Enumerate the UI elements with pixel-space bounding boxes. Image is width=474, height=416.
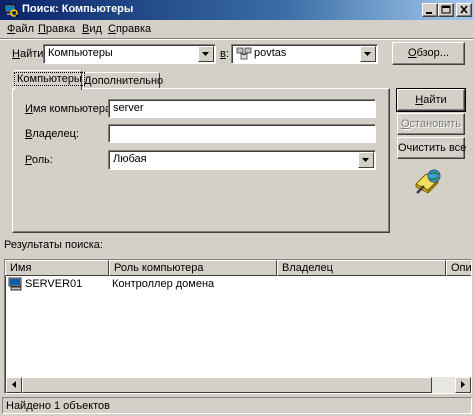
column-header-description[interactable]: Опи [446, 260, 471, 276]
chevron-down-icon[interactable] [358, 152, 374, 168]
column-header-name[interactable]: Имя [5, 260, 109, 276]
title-bar[interactable]: Поиск: Компьютеры [0, 0, 474, 20]
owner-input[interactable] [108, 124, 376, 143]
role-label: Роль: [25, 154, 53, 166]
search-location-value: povtas [254, 47, 287, 59]
find-now-button[interactable]: Найти [396, 88, 466, 112]
window-title: Поиск: Компьютеры [22, 3, 134, 15]
results-list[interactable]: Имя Роль компьютера Владелец Опи SERVER0… [4, 259, 472, 394]
minimize-icon[interactable] [422, 3, 438, 17]
menu-help[interactable]: Справка [105, 21, 154, 37]
browse-button[interactable]: Обзор... [392, 42, 465, 65]
scrollbar-thumb[interactable] [22, 377, 432, 393]
chevron-down-icon[interactable] [360, 46, 376, 62]
find-type-value: Компьютеры [48, 47, 113, 59]
computer-icon [8, 277, 24, 291]
stop-button[interactable]: Остановить [397, 113, 465, 135]
owner-label: Владелец: [25, 128, 79, 140]
computers-tab-panel: Имя компьютера: server Владелец: Роль: Л… [12, 88, 390, 233]
results-label: Результаты поиска: [4, 239, 103, 251]
column-header-owner[interactable]: Владелец [277, 260, 446, 276]
search-location-combo[interactable]: povtas [231, 44, 378, 64]
domain-icon [236, 47, 252, 61]
computer-name-input[interactable]: server [108, 99, 376, 118]
scroll-left-icon[interactable] [6, 377, 22, 393]
chevron-down-icon[interactable] [198, 46, 214, 62]
search-window-icon [3, 2, 19, 18]
status-text: Найдено 1 объектов [6, 400, 111, 412]
horizontal-scrollbar[interactable] [6, 377, 471, 393]
find-type-combo[interactable]: Компьютеры [43, 44, 216, 64]
role-value: Любая [113, 153, 147, 165]
search-computers-window: Поиск: Компьютеры Файл Правка Вид Справк… [0, 0, 474, 416]
maximize-icon[interactable] [438, 3, 454, 17]
close-icon[interactable] [456, 3, 472, 17]
menu-edit[interactable]: Правка [35, 21, 78, 37]
table-row[interactable]: SERVER01 Контроллер домена [6, 276, 471, 292]
column-header-role[interactable]: Роль компьютера [109, 260, 277, 276]
computer-name-label: Имя компьютера: [25, 103, 115, 115]
row-computer-role: Контроллер домена [112, 278, 215, 290]
tab-computers[interactable]: Компьютеры [14, 70, 85, 90]
clear-all-button[interactable]: Очистить все [397, 137, 466, 159]
tab-advanced[interactable]: Дополнительно [83, 72, 163, 88]
role-select[interactable]: Любая [108, 150, 376, 170]
menu-separator [0, 38, 474, 40]
scroll-right-icon[interactable] [455, 377, 471, 393]
in-label: в: [220, 48, 229, 60]
menu-bar: Файл Правка Вид Справка [0, 20, 474, 38]
find-label: Найти: [12, 48, 47, 60]
menu-view[interactable]: Вид [79, 21, 105, 37]
row-computer-name: SERVER01 [25, 278, 83, 290]
magnifier-globe-icon [412, 166, 446, 196]
status-bar: Найдено 1 объектов [2, 397, 472, 414]
menu-file[interactable]: Файл [4, 21, 37, 37]
